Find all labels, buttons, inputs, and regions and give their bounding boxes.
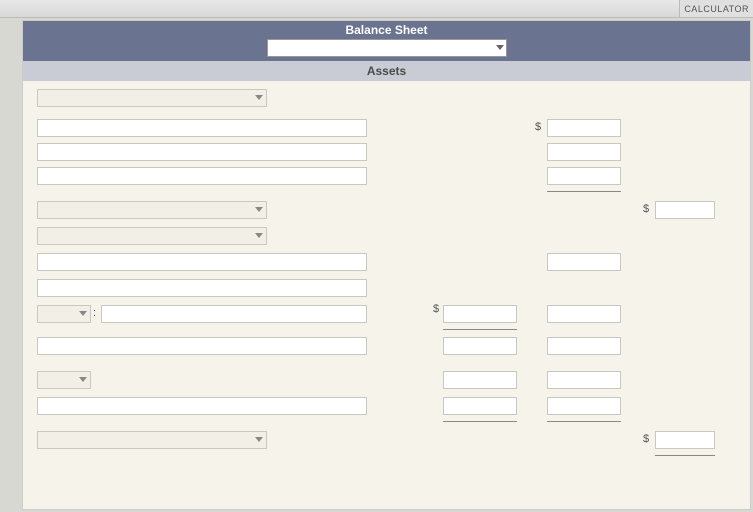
subtotal-underline bbox=[443, 329, 517, 330]
line-item-input-6[interactable] bbox=[101, 305, 367, 323]
chevron-down-icon bbox=[255, 207, 263, 213]
category-select-2[interactable] bbox=[37, 201, 267, 219]
category-select-bottom[interactable] bbox=[37, 431, 267, 449]
small-select-2[interactable] bbox=[37, 371, 91, 389]
line-item-input-8[interactable] bbox=[37, 397, 367, 415]
total-amount-2[interactable] bbox=[655, 431, 715, 449]
section-header-assets: Assets bbox=[23, 61, 750, 81]
form-body: $ $ $ bbox=[23, 81, 750, 501]
small-select-1[interactable] bbox=[37, 305, 91, 323]
line-item-input-1[interactable] bbox=[37, 119, 367, 137]
subtotal-underline bbox=[443, 421, 517, 422]
chevron-down-icon bbox=[255, 233, 263, 239]
amount-left-4[interactable] bbox=[443, 397, 517, 415]
chevron-down-icon bbox=[496, 45, 504, 51]
amount-input-2[interactable] bbox=[547, 143, 621, 161]
amount-right-4[interactable] bbox=[547, 397, 621, 415]
amount-right-1[interactable] bbox=[547, 305, 621, 323]
chevron-down-icon bbox=[255, 437, 263, 443]
line-item-input-4[interactable] bbox=[37, 253, 367, 271]
total-amount-1[interactable] bbox=[655, 201, 715, 219]
category-select-1[interactable] bbox=[37, 89, 267, 107]
worksheet-area: Balance Sheet Assets $ bbox=[0, 18, 753, 512]
dollar-sign: $ bbox=[643, 433, 649, 445]
subtotal-underline bbox=[547, 191, 621, 192]
amount-right-3[interactable] bbox=[547, 371, 621, 389]
title-bar: Balance Sheet bbox=[23, 21, 750, 61]
line-item-input-3[interactable] bbox=[37, 167, 367, 185]
chevron-down-icon bbox=[79, 311, 87, 317]
calculator-button[interactable]: CALCULATOR bbox=[679, 0, 753, 17]
subtotal-underline bbox=[547, 421, 621, 422]
page-title: Balance Sheet bbox=[345, 23, 427, 37]
line-item-input-7[interactable] bbox=[37, 337, 367, 355]
amount-left-1[interactable] bbox=[443, 305, 517, 323]
amount-left-2[interactable] bbox=[443, 337, 517, 355]
balance-sheet: Balance Sheet Assets $ bbox=[22, 20, 751, 510]
colon: : bbox=[93, 307, 96, 319]
dollar-sign: $ bbox=[433, 303, 439, 315]
subtitle-select[interactable] bbox=[267, 39, 507, 57]
chevron-down-icon bbox=[255, 95, 263, 101]
grand-total-underline bbox=[655, 455, 715, 456]
dollar-sign: $ bbox=[643, 203, 649, 215]
top-toolbar: CALCULATOR bbox=[0, 0, 753, 18]
amount-input-4[interactable] bbox=[547, 253, 621, 271]
amount-left-3[interactable] bbox=[443, 371, 517, 389]
dollar-sign: $ bbox=[535, 121, 541, 133]
chevron-down-icon bbox=[79, 377, 87, 383]
amount-input-1[interactable] bbox=[547, 119, 621, 137]
amount-right-2[interactable] bbox=[547, 337, 621, 355]
line-item-input-2[interactable] bbox=[37, 143, 367, 161]
category-select-3[interactable] bbox=[37, 227, 267, 245]
line-item-input-5[interactable] bbox=[37, 279, 367, 297]
amount-input-3[interactable] bbox=[547, 167, 621, 185]
